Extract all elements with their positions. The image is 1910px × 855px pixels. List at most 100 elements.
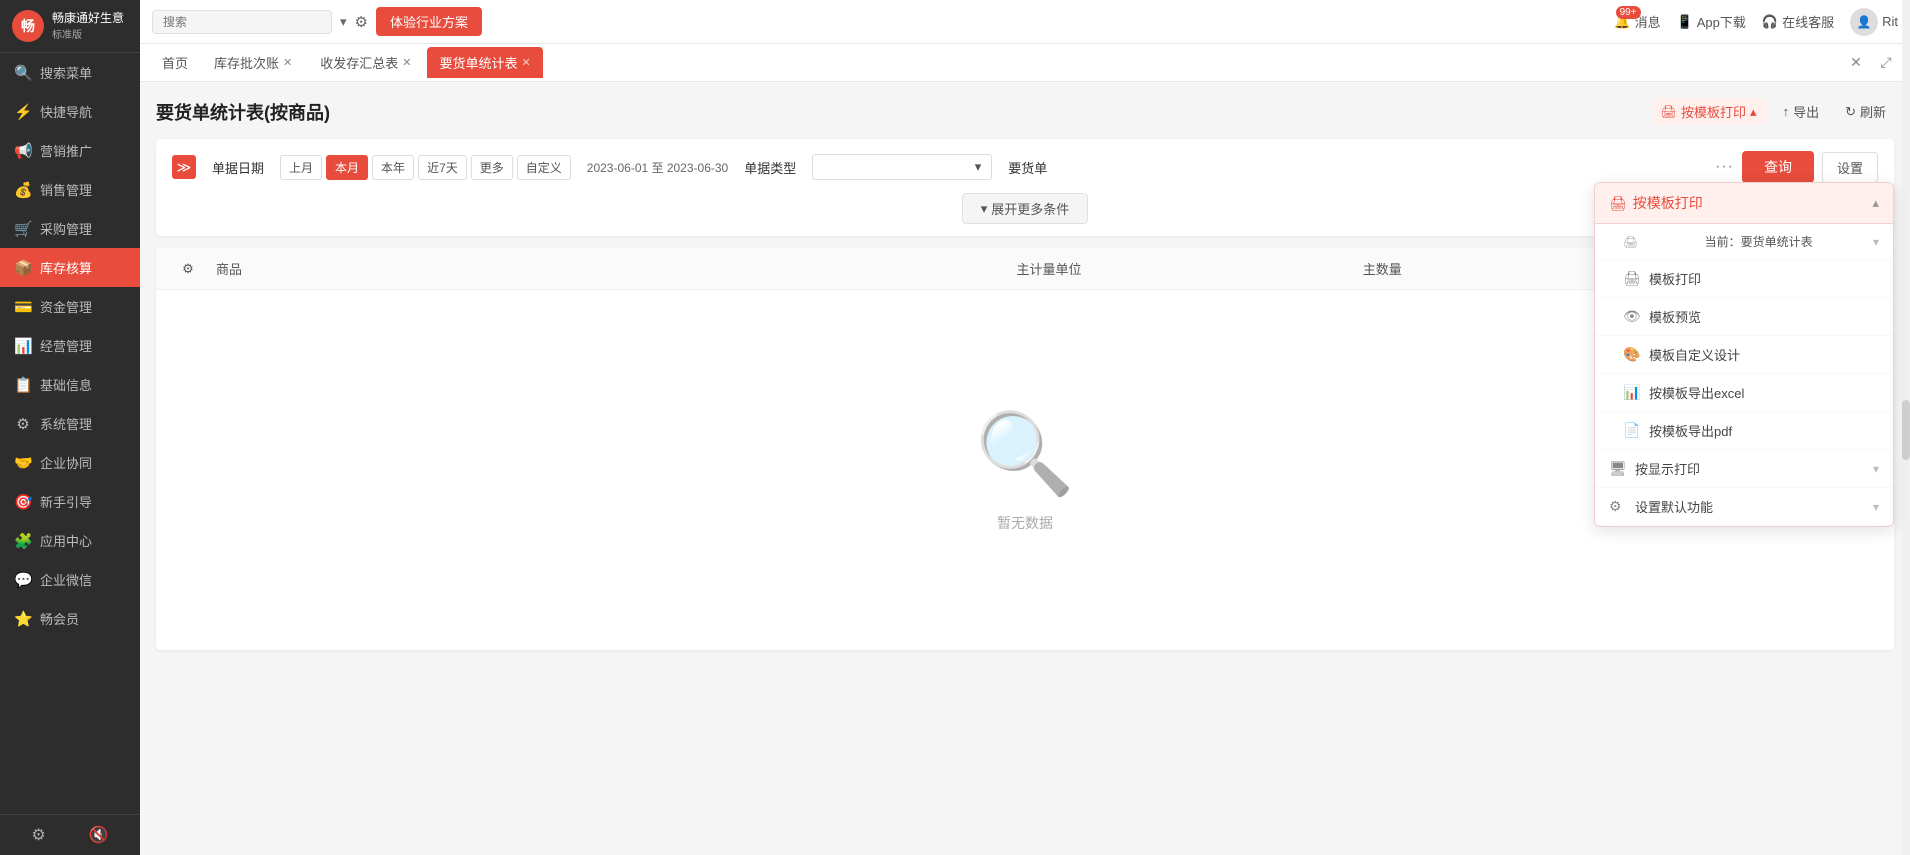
vip-icon: ⭐: [14, 610, 32, 628]
app-logo-icon: 畅: [12, 10, 44, 42]
sidebar-item-wechat[interactable]: 💬 企业微信: [0, 560, 140, 599]
set-default-arrow: ▾: [1873, 500, 1879, 514]
content-area: 要货单统计表(按商品) 🖨 按模板打印 ▴ ↑ 导出 ↻ 刷新: [140, 82, 1910, 855]
doc-type-select[interactable]: ▾: [812, 154, 992, 180]
trial-button[interactable]: 体验行业方案: [376, 7, 482, 36]
user-avatar-btn[interactable]: 👤 Rit: [1850, 8, 1898, 36]
tab-order-stats[interactable]: 要货单统计表 ✕: [427, 47, 542, 78]
topbar: ▾ ⚙ 体验行业方案 🔔 99+ 消息 📱 App下载 🎧 在线客服: [140, 0, 1910, 44]
page-actions: 🖨 按模板打印 ▴ ↑ 导出 ↻ 刷新: [1653, 98, 1895, 125]
date-btn-current-year[interactable]: 本年: [372, 155, 414, 180]
export-icon: ↑: [1783, 104, 1790, 119]
sidebar-item-shortcut[interactable]: ⚡ 快捷导航: [0, 92, 140, 131]
tab-close-order-stats[interactable]: ✕: [522, 56, 531, 69]
topbar-gear-icon[interactable]: ⚙: [355, 13, 368, 31]
sidebar-item-appstore[interactable]: 🧩 应用中心: [0, 521, 140, 560]
online-service-btn[interactable]: 🎧 在线客服: [1762, 12, 1834, 31]
doc-type-label: 单据类型: [744, 158, 796, 177]
app-version: 标准版: [52, 26, 124, 41]
table-col-qty: 主数量: [1216, 259, 1549, 278]
table-col-settings[interactable]: ⚙: [168, 261, 208, 277]
dropdown-subitem-set-default[interactable]: ⚙ 设置默认功能 ▾: [1595, 488, 1893, 526]
empty-icon: 🔍: [975, 407, 1075, 501]
sidebar-item-search[interactable]: 🔍 搜索菜单: [0, 53, 140, 92]
date-btn-prev-month[interactable]: 上月: [280, 155, 322, 180]
filter-expand-icon[interactable]: ≫: [172, 155, 196, 179]
sidebar-item-inventory[interactable]: 📦 库存核算: [0, 248, 140, 287]
sidebar-item-purchase[interactable]: 🛒 采购管理: [0, 209, 140, 248]
dropdown-item-template-preview[interactable]: 👁 模板预览: [1595, 298, 1893, 336]
chevron-up-icon: ▴: [1750, 104, 1757, 120]
dropdown-title: 🖨 按模板打印: [1609, 193, 1703, 213]
main-area: ▾ ⚙ 体验行业方案 🔔 99+ 消息 📱 App下载 🎧 在线客服: [140, 0, 1910, 855]
purchase-icon: 🛒: [14, 220, 32, 238]
date-range: 2023-06-01 至 2023-06-30: [587, 159, 728, 176]
scrollbar-thumb[interactable]: [1902, 400, 1910, 460]
date-btn-more[interactable]: 更多: [471, 155, 513, 180]
template-print-button[interactable]: 🖨 按模板打印 ▴: [1653, 98, 1765, 125]
dropdown-item-export-pdf[interactable]: 📄 按模板导出pdf: [1595, 412, 1893, 450]
export-button[interactable]: ↑ 导出: [1775, 98, 1828, 125]
tab-inventory-batch[interactable]: 库存批次账 ✕: [202, 47, 304, 78]
newbie-icon: 🎯: [14, 493, 32, 511]
enterprise-icon: 🤝: [14, 454, 32, 472]
sidebar-item-sales[interactable]: 💰 销售管理: [0, 170, 140, 209]
chevron-down-small-icon: ▾: [981, 201, 988, 217]
sidebar-item-operation[interactable]: 📊 经营管理: [0, 326, 140, 365]
date-btn-custom[interactable]: 自定义: [517, 155, 571, 180]
sidebar-item-basic[interactable]: 📋 基础信息: [0, 365, 140, 404]
settings-icon[interactable]: ⚙: [31, 825, 45, 845]
date-btn-last7[interactable]: 近7天: [418, 155, 467, 180]
tab-receivables-summary[interactable]: 收发存汇总表 ✕: [308, 47, 423, 78]
filter-settings-button[interactable]: 设置: [1822, 152, 1878, 183]
tab-home[interactable]: 首页: [152, 47, 198, 78]
sales-icon: 💰: [14, 181, 32, 199]
notifications-btn[interactable]: 🔔 99+ 消息: [1614, 12, 1660, 31]
expand-icon: ⤢: [1880, 54, 1891, 71]
sidebar-item-marketing[interactable]: 📢 营销推广: [0, 131, 140, 170]
current-label-icon: 🖨: [1623, 235, 1638, 249]
app-download-btn[interactable]: 📱 App下载: [1677, 12, 1746, 31]
dropdown-close-chevron[interactable]: ▴: [1872, 195, 1879, 211]
dropdown-subitem-display-print[interactable]: 🖥 按显示打印 ▾: [1595, 450, 1893, 488]
dropdown-current-item[interactable]: 🖨 当前：要货单统计表 ▾: [1595, 224, 1893, 260]
table-col-unit: 主计量单位: [882, 259, 1215, 278]
tab-close-receivables-summary[interactable]: ✕: [402, 56, 411, 69]
current-arrow-icon: ▾: [1873, 235, 1879, 249]
app-name: 畅康通好生意: [52, 11, 124, 27]
notification-badge: 99+: [1616, 6, 1641, 19]
page-title: 要货单统计表(按商品): [156, 99, 330, 125]
template-custom-icon: 🎨: [1623, 346, 1641, 363]
set-default-icon: ⚙: [1609, 498, 1627, 515]
expand-more-button[interactable]: ▾ 展开更多条件: [962, 193, 1089, 224]
yaohuo-label: 要货单: [1008, 158, 1047, 177]
tab-expand-btn[interactable]: ⤢: [1874, 51, 1898, 75]
sidebar-item-finance[interactable]: 💳 资金管理: [0, 287, 140, 326]
topbar-dropdown[interactable]: ▾: [340, 14, 347, 30]
mute-icon[interactable]: 🔇: [89, 825, 109, 845]
sidebar-item-vip[interactable]: ⭐ 畅会员: [0, 599, 140, 638]
sidebar-logo: 畅 畅康通好生意 标准版: [0, 0, 140, 53]
tab-close-inventory-batch[interactable]: ✕: [283, 56, 292, 69]
marketing-icon: 📢: [14, 142, 32, 160]
tab-close-all-btn[interactable]: ✕: [1844, 51, 1868, 75]
query-button[interactable]: 查询: [1742, 151, 1814, 183]
user-icon: 👤: [1857, 15, 1872, 29]
refresh-button[interactable]: ↻ 刷新: [1837, 98, 1894, 125]
dropdown-printer-icon: 🖨: [1609, 195, 1627, 212]
operation-icon: 📊: [14, 337, 32, 355]
export-excel-icon: 📊: [1623, 384, 1641, 401]
sidebar-item-system[interactable]: ⚙ 系统管理: [0, 404, 140, 443]
dropdown-item-template-custom[interactable]: 🎨 模板自定义设计: [1595, 336, 1893, 374]
dropdown-item-export-excel[interactable]: 📊 按模板导出excel: [1595, 374, 1893, 412]
sidebar-item-enterprise[interactable]: 🤝 企业协同: [0, 443, 140, 482]
dropdown-item-template-print[interactable]: 🖨 模板打印: [1595, 260, 1893, 298]
more-options-icon[interactable]: ···: [1715, 158, 1734, 176]
display-print-arrow: ▾: [1873, 462, 1879, 476]
basic-icon: 📋: [14, 376, 32, 394]
search-input[interactable]: [152, 10, 332, 34]
sidebar-item-newbie[interactable]: 🎯 新手引导: [0, 482, 140, 521]
sidebar: 畅 畅康通好生意 标准版 🔍 搜索菜单 ⚡ 快捷导航 📢 营销推广 💰 销售管理…: [0, 0, 140, 855]
dropdown-header: 🖨 按模板打印 ▴: [1595, 183, 1893, 224]
date-btn-current-month[interactable]: 本月: [326, 155, 368, 180]
